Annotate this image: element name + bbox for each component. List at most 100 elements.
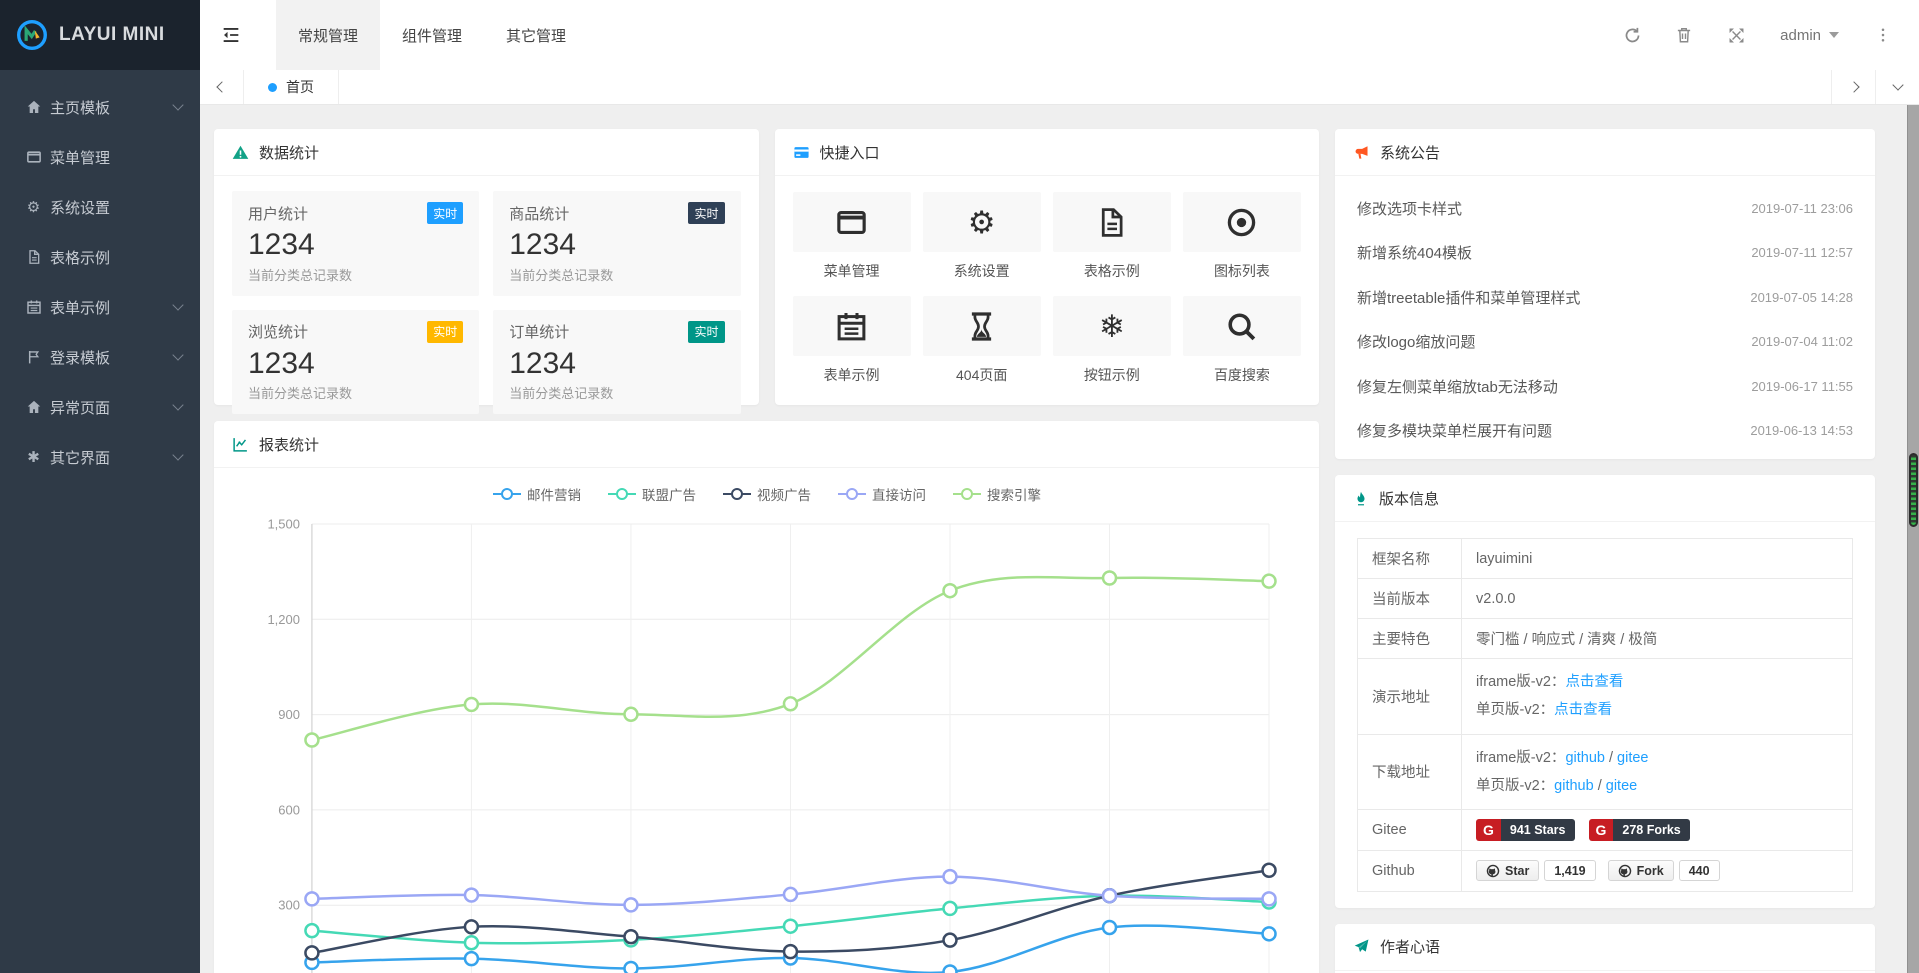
sidebar-item[interactable]: 菜单管理 xyxy=(0,132,200,182)
menu-fold-button[interactable] xyxy=(200,0,262,70)
report-line-chart[interactable]: 03006009001,2001,500周一周二周三周四周五周六周日 xyxy=(220,510,1309,973)
top-row: 数据统计 用户统计实时1234当前分类总记录数商品统计实时1234当前分类总记录… xyxy=(214,129,1319,405)
version-link[interactable]: gitee xyxy=(1606,778,1637,794)
stat-card[interactable]: 商品统计实时1234当前分类总记录数 xyxy=(493,191,740,296)
sidebar-item[interactable]: ⚙系统设置 xyxy=(0,182,200,232)
quick-entry-tile[interactable] xyxy=(793,296,911,356)
sidebar-item[interactable]: ✱其它界面 xyxy=(0,432,200,482)
quick-entry[interactable]: ⚙系统设置 xyxy=(923,192,1041,281)
announcement-row[interactable]: 修复左侧菜单缩放tab无法移动2019-06-17 11:55 xyxy=(1357,364,1853,409)
sidebar-item-label: 其它界面 xyxy=(50,447,174,468)
github-star-button[interactable]: Star xyxy=(1476,860,1539,881)
sidebar-item[interactable]: 表格示例 xyxy=(0,232,200,282)
sidebar-item[interactable]: 表单示例 xyxy=(0,282,200,332)
quick-entry[interactable]: 菜单管理 xyxy=(793,192,911,281)
github-fork-button[interactable]: Fork xyxy=(1608,860,1674,881)
page-scrollbar-thumb[interactable] xyxy=(1909,453,1918,527)
quick-entry-tile[interactable] xyxy=(1053,192,1171,252)
header-nav-tab[interactable]: 常规管理 xyxy=(276,0,380,70)
refresh-button[interactable] xyxy=(1606,0,1658,70)
gitee-badge[interactable]: G941 Stars xyxy=(1476,819,1575,841)
legend-item[interactable]: 邮件营销 xyxy=(492,484,581,504)
version-row: 演示地址iframe版-v2：点击查看单页版-v2：点击查看 xyxy=(1358,659,1853,735)
fullscreen-button[interactable] xyxy=(1710,0,1762,70)
legend-marker-icon xyxy=(952,487,982,501)
version-link[interactable]: github xyxy=(1565,750,1605,766)
stat-card[interactable]: 用户统计实时1234当前分类总记录数 xyxy=(232,191,479,296)
gitee-logo-icon: G xyxy=(1589,819,1614,841)
y-tick-label: 1,500 xyxy=(267,516,299,531)
circle-dot-icon xyxy=(1225,206,1258,239)
author-panel: 作者心语 本模板基于layui2.5.4以及font-awesome-4.7.0… xyxy=(1335,924,1875,973)
stat-card[interactable]: 浏览统计实时1234当前分类总记录数 xyxy=(232,310,479,415)
quick-entry[interactable]: 百度搜索 xyxy=(1183,296,1301,385)
version-row-label: Gitee xyxy=(1358,810,1462,851)
announcement-row[interactable]: 新增treetable插件和菜单管理样式2019-07-05 14:28 xyxy=(1357,275,1853,320)
github-logo-icon xyxy=(1618,864,1632,878)
sidebar-item[interactable]: 登录模板 xyxy=(0,332,200,382)
quick-entry-tile[interactable] xyxy=(923,296,1041,356)
quick-entry[interactable]: ❄按钮示例 xyxy=(1053,296,1171,385)
legend-item[interactable]: 搜索引擎 xyxy=(952,484,1041,504)
header-nav-tab[interactable]: 组件管理 xyxy=(380,0,484,70)
quick-entry[interactable]: 表格示例 xyxy=(1053,192,1171,281)
quick-entry[interactable]: 404页面 xyxy=(923,296,1041,385)
quick-entry-tile[interactable] xyxy=(1183,296,1301,356)
app-logo[interactable]: LAYUI MINI xyxy=(0,0,200,70)
github-count[interactable]: 1,419 xyxy=(1544,860,1595,881)
gitee-badge[interactable]: G278 Forks xyxy=(1589,819,1690,841)
announcement-row[interactable]: 修改选项卡样式2019-07-11 23:06 xyxy=(1357,186,1853,231)
data-point-联盟广告 xyxy=(465,936,478,949)
page-scrollbar-track[interactable] xyxy=(1907,105,1919,973)
tabbar-right-controls xyxy=(1831,70,1919,104)
legend-item[interactable]: 直接访问 xyxy=(837,484,926,504)
clear-cache-button[interactable] xyxy=(1658,0,1710,70)
data-point-视频广告 xyxy=(624,930,637,943)
chevron-down-icon xyxy=(172,349,183,360)
user-name: admin xyxy=(1780,27,1821,44)
version-link[interactable]: gitee xyxy=(1617,750,1648,766)
quick-entry-tile[interactable]: ❄ xyxy=(1053,296,1171,356)
sidebar-item-label: 异常页面 xyxy=(50,397,174,418)
quick-entry-tile[interactable] xyxy=(1183,192,1301,252)
version-link[interactable]: github xyxy=(1554,778,1594,794)
user-dropdown[interactable]: admin xyxy=(1762,0,1857,70)
version-row-label: 演示地址 xyxy=(1358,659,1462,735)
quick-entry-label: 百度搜索 xyxy=(1183,365,1301,385)
quick-entry[interactable]: 图标列表 xyxy=(1183,192,1301,281)
version-table: 框架名称layuimini当前版本v2.0.0主要特色零门槛 / 响应式 / 清… xyxy=(1357,538,1853,892)
announcements-title: 系统公告 xyxy=(1380,142,1440,163)
more-options-button[interactable] xyxy=(1857,0,1909,70)
announcements-panel: 系统公告 修改选项卡样式2019-07-11 23:06新增系统404模板201… xyxy=(1335,129,1875,459)
header-nav-tab[interactable]: 其它管理 xyxy=(484,0,588,70)
version-row-value: layuimini xyxy=(1462,539,1853,579)
tab-home[interactable]: 首页 xyxy=(244,70,339,104)
announcement-row[interactable]: 修复多模块菜单栏展开有问题2019-06-13 14:53 xyxy=(1357,409,1853,454)
tab-scroll-right-button[interactable] xyxy=(1831,70,1875,104)
sidebar-item[interactable]: 主页模板 xyxy=(0,82,200,132)
version-link[interactable]: 点击查看 xyxy=(1565,674,1623,690)
right-column: 系统公告 修改选项卡样式2019-07-11 23:06新增系统404模板201… xyxy=(1335,129,1875,973)
announcement-row[interactable]: 新增系统404模板2019-07-11 12:57 xyxy=(1357,231,1853,276)
stat-card[interactable]: 订单统计实时1234当前分类总记录数 xyxy=(493,310,740,415)
legend-item[interactable]: 联盟广告 xyxy=(607,484,696,504)
legend-item[interactable]: 视频广告 xyxy=(722,484,811,504)
version-line: iframe版-v2：github / gitee xyxy=(1476,744,1838,772)
quick-entry-tile[interactable]: ⚙ xyxy=(923,192,1041,252)
github-count[interactable]: 440 xyxy=(1679,860,1720,881)
quick-entry[interactable]: 表单示例 xyxy=(793,296,911,385)
legend-label: 视频广告 xyxy=(757,484,811,504)
tab-operations-dropdown[interactable] xyxy=(1875,70,1919,104)
fire-icon xyxy=(1353,490,1369,507)
sidebar-item[interactable]: 异常页面 xyxy=(0,382,200,432)
tab-scroll-left-button[interactable] xyxy=(200,70,244,104)
version-row-label: 当前版本 xyxy=(1358,579,1462,619)
home-icon xyxy=(20,399,47,415)
version-link[interactable]: 点击查看 xyxy=(1554,702,1612,718)
trash-icon xyxy=(1675,26,1693,44)
sidebar-item-label: 系统设置 xyxy=(50,197,182,218)
version-panel: 版本信息 框架名称layuimini当前版本v2.0.0主要特色零门槛 / 响应… xyxy=(1335,475,1875,908)
quick-entry-tile[interactable] xyxy=(793,192,911,252)
chevron-down-icon xyxy=(1892,79,1903,90)
announcement-row[interactable]: 修改logo缩放问题2019-07-04 11:02 xyxy=(1357,320,1853,365)
